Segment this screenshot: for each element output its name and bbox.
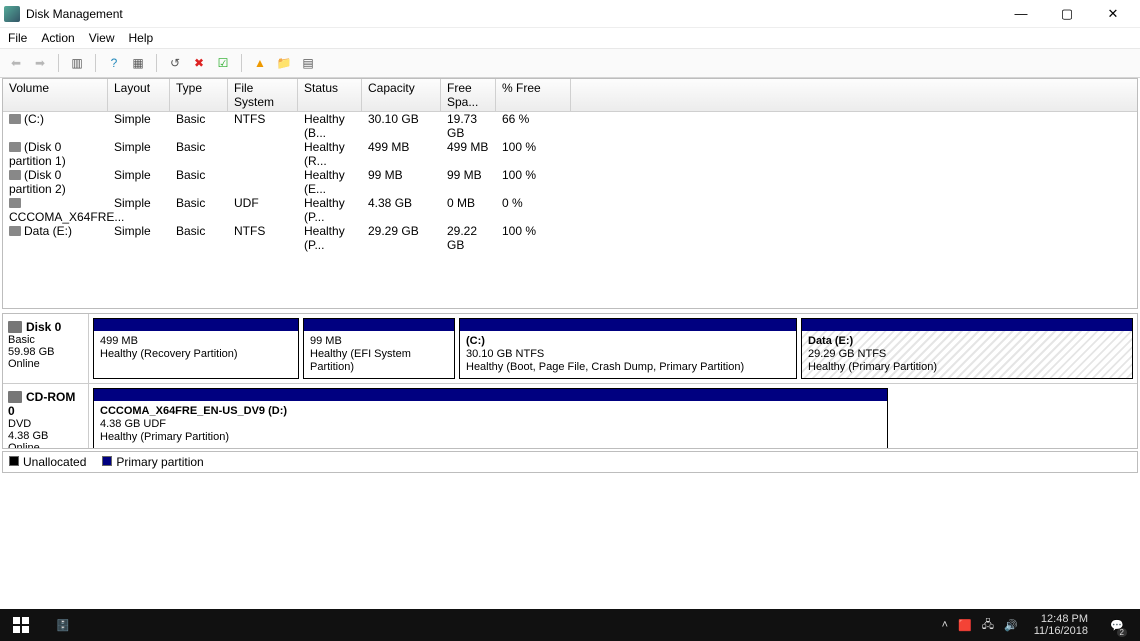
action-center-button[interactable]: 💬2: [1104, 609, 1130, 641]
disk-pane: Disk 0Basic59.98 GBOnline499 MBHealthy (…: [2, 313, 1138, 449]
table-row[interactable]: (C:)SimpleBasicNTFSHealthy (B...30.10 GB…: [3, 112, 1137, 140]
col-free[interactable]: Free Spa...: [441, 79, 496, 111]
close-button[interactable]: ✕: [1090, 0, 1136, 28]
window-buttons: — ▢ ✕: [998, 0, 1136, 28]
volume-rows: (C:)SimpleBasicNTFSHealthy (B...30.10 GB…: [3, 112, 1137, 308]
clock[interactable]: 12:48 PM 11/16/2018: [1028, 613, 1094, 637]
tray-unknown-icon[interactable]: 🟥: [958, 619, 972, 632]
taskbar: 🗄️ ˄ 🟥 🖧 🔊 12:48 PM 11/16/2018 💬2: [0, 609, 1140, 641]
partition[interactable]: Data (E:)29.29 GB NTFSHealthy (Primary P…: [801, 318, 1133, 379]
folder-button[interactable]: 📁: [274, 53, 294, 73]
table-row[interactable]: Data (E:)SimpleBasicNTFSHealthy (P...29.…: [3, 224, 1137, 252]
start-button[interactable]: [0, 609, 42, 641]
titlebar: Disk Management — ▢ ✕: [0, 0, 1140, 28]
notification-badge: 2: [1117, 628, 1127, 637]
disk-info[interactable]: Disk 0Basic59.98 GBOnline: [3, 314, 89, 383]
table-row[interactable]: (Disk 0 partition 1)SimpleBasicHealthy (…: [3, 140, 1137, 168]
col-pfree[interactable]: % Free: [496, 79, 571, 111]
show-hide-tree-button[interactable]: ▥: [67, 53, 87, 73]
check-button[interactable]: ☑: [213, 53, 233, 73]
col-fs[interactable]: File System: [228, 79, 298, 111]
legend-primary: Primary partition: [102, 455, 203, 469]
partition[interactable]: 499 MBHealthy (Recovery Partition): [93, 318, 299, 379]
partition-strip: 499 MBHealthy (Recovery Partition)99 MBH…: [89, 314, 1137, 383]
app-icon: [4, 6, 20, 22]
partition[interactable]: CCCOMA_X64FRE_EN-US_DV9 (D:)4.38 GB UDFH…: [93, 388, 888, 449]
partition[interactable]: 99 MBHealthy (EFI System Partition): [303, 318, 455, 379]
partition-strip: CCCOMA_X64FRE_EN-US_DV9 (D:)4.38 GB UDFH…: [89, 384, 1137, 449]
forward-button[interactable]: ➡: [30, 53, 50, 73]
menu-help[interactable]: Help: [129, 31, 154, 45]
tray-volume-icon[interactable]: 🔊: [1004, 619, 1018, 632]
back-button[interactable]: ⬅: [6, 53, 26, 73]
legend-unallocated: Unallocated: [9, 455, 86, 469]
menubar: File Action View Help: [0, 28, 1140, 48]
new-button[interactable]: ▲: [250, 53, 270, 73]
table-row[interactable]: CCCOMA_X64FRE...SimpleBasicUDFHealthy (P…: [3, 196, 1137, 224]
menu-view[interactable]: View: [89, 31, 115, 45]
volume-header-row: Volume Layout Type File System Status Ca…: [3, 79, 1137, 112]
partition[interactable]: (C:)30.10 GB NTFSHealthy (Boot, Page Fil…: [459, 318, 797, 379]
clock-date: 11/16/2018: [1034, 625, 1088, 637]
minimize-button[interactable]: —: [998, 0, 1044, 28]
maximize-button[interactable]: ▢: [1044, 0, 1090, 28]
tray-network-icon[interactable]: 🖧: [982, 616, 994, 635]
delete-button[interactable]: ✖: [189, 53, 209, 73]
tray-up-icon[interactable]: ˄: [942, 619, 948, 631]
system-tray: ˄ 🟥 🖧 🔊 12:48 PM 11/16/2018 💬2: [932, 609, 1140, 641]
toolbar: ⬅ ➡ ▥ ? ▦ ↺ ✖ ☑ ▲ 📁 ▤: [0, 48, 1140, 78]
volume-list: Volume Layout Type File System Status Ca…: [2, 78, 1138, 309]
menu-action[interactable]: Action: [41, 31, 74, 45]
list-button[interactable]: ▤: [298, 53, 318, 73]
col-status[interactable]: Status: [298, 79, 362, 111]
col-layout[interactable]: Layout: [108, 79, 170, 111]
taskbar-app-icon[interactable]: 🗄️: [42, 609, 84, 641]
help-button[interactable]: ?: [104, 53, 124, 73]
clock-time: 12:48 PM: [1034, 613, 1088, 625]
legend: Unallocated Primary partition: [2, 451, 1138, 473]
col-type[interactable]: Type: [170, 79, 228, 111]
disk-row: CD-ROM 0DVD4.38 GBOnlineCCCOMA_X64FRE_EN…: [3, 384, 1137, 449]
refresh-button[interactable]: ↺: [165, 53, 185, 73]
menu-file[interactable]: File: [8, 31, 27, 45]
col-capacity[interactable]: Capacity: [362, 79, 441, 111]
table-row[interactable]: (Disk 0 partition 2)SimpleBasicHealthy (…: [3, 168, 1137, 196]
col-volume[interactable]: Volume: [3, 79, 108, 111]
disk-info[interactable]: CD-ROM 0DVD4.38 GBOnline: [3, 384, 89, 449]
disk-row: Disk 0Basic59.98 GBOnline499 MBHealthy (…: [3, 314, 1137, 384]
properties-button[interactable]: ▦: [128, 53, 148, 73]
window-title: Disk Management: [26, 7, 998, 21]
